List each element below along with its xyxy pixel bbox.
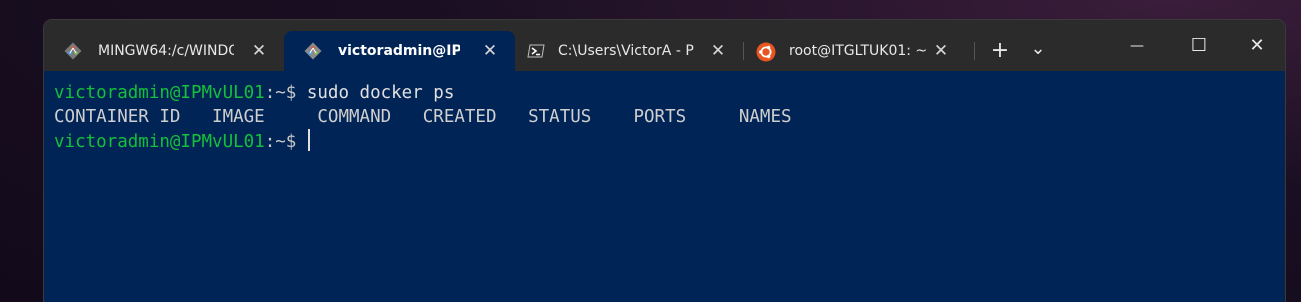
prompt-path: :~$ bbox=[264, 132, 297, 152]
minimize-button[interactable]: — bbox=[1120, 34, 1154, 58]
close-icon[interactable]: ✕ bbox=[250, 42, 268, 60]
command-text: sudo docker ps bbox=[296, 83, 455, 103]
terminal-line: victoradmin@IPMvUL01:~$ sudo docker ps bbox=[54, 81, 454, 105]
terminal-line: victoradmin@IPMvUL01:~$ bbox=[54, 129, 311, 153]
tab-label: C:\Users\VictorA - PowerShell bbox=[558, 43, 694, 59]
title-bar[interactable]: MINGW64:/c/WINDOWS/system32 ✕ victoradmi… bbox=[44, 20, 1285, 71]
git-bash-icon bbox=[64, 42, 82, 60]
prompt-user: victoradmin@IPMvUL01 bbox=[54, 132, 265, 152]
close-icon[interactable]: ✕ bbox=[709, 42, 727, 60]
tab-divider bbox=[974, 42, 975, 60]
close-window-button[interactable]: ✕ bbox=[1240, 34, 1274, 58]
maximize-button[interactable]: ☐ bbox=[1182, 34, 1216, 58]
tab-label: MINGW64:/c/WINDOWS/system32 bbox=[98, 43, 234, 59]
close-icon[interactable]: ✕ bbox=[932, 42, 950, 60]
new-tab-button[interactable]: + bbox=[988, 39, 1012, 63]
powershell-icon bbox=[527, 42, 545, 60]
tab-dropdown-button[interactable]: ⌄ bbox=[1026, 38, 1050, 62]
terminal-window: MINGW64:/c/WINDOWS/system32 ✕ victoradmi… bbox=[44, 20, 1285, 302]
tab-label: victoradmin@IPMvUL01 bbox=[338, 43, 460, 59]
tab-victoradmin[interactable]: victoradmin@IPMvUL01 ✕ bbox=[284, 31, 515, 71]
ubuntu-icon bbox=[756, 42, 776, 62]
tab-label: root@ITGLTUK01: ~ bbox=[789, 43, 928, 59]
close-icon[interactable]: ✕ bbox=[481, 42, 499, 60]
tab-mingw64[interactable]: MINGW64:/c/WINDOWS/system32 ✕ bbox=[44, 31, 284, 71]
tab-powershell[interactable]: C:\Users\VictorA - PowerShell ✕ bbox=[515, 31, 743, 71]
prompt-user: victoradmin@IPMvUL01 bbox=[54, 83, 265, 103]
tab-ubuntu[interactable]: root@ITGLTUK01: ~ ✕ bbox=[744, 31, 968, 71]
text-cursor bbox=[308, 129, 311, 151]
docker-ps-header: CONTAINER ID IMAGE COMMAND CREATED STATU… bbox=[54, 107, 792, 127]
prompt-path: :~$ bbox=[264, 83, 297, 103]
git-bash-icon bbox=[304, 42, 322, 60]
terminal-output[interactable]: victoradmin@IPMvUL01:~$ sudo docker ps C… bbox=[44, 71, 1285, 302]
